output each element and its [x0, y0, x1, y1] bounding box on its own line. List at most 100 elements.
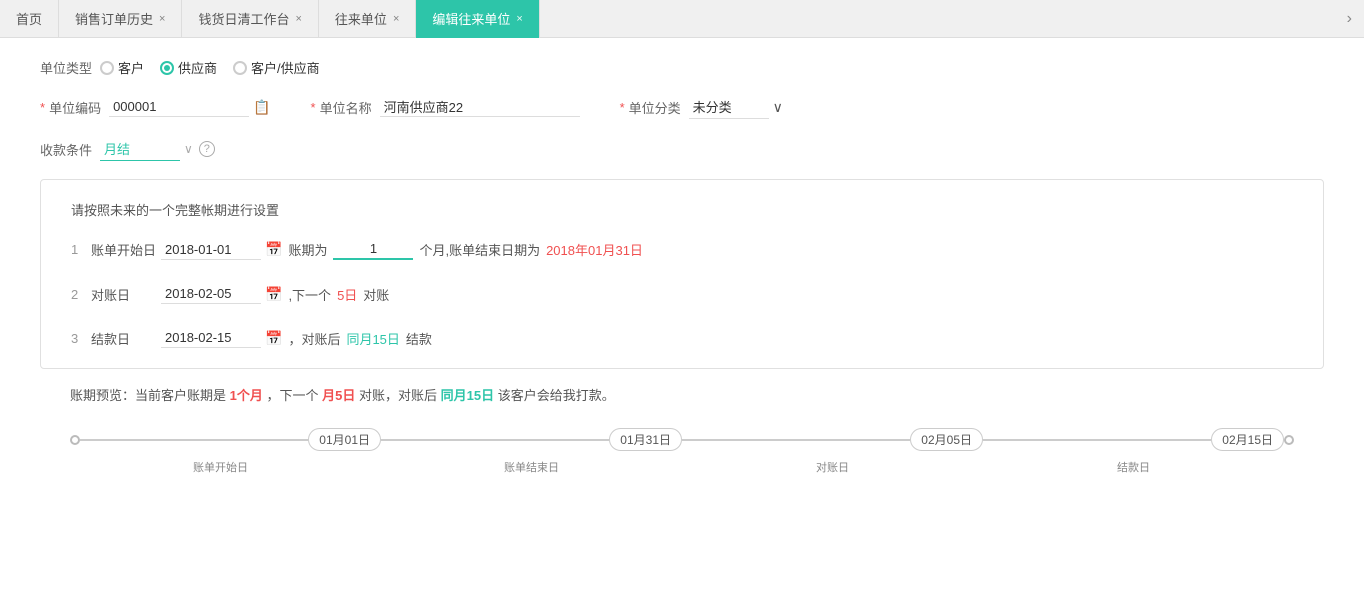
radio-customer[interactable]: 客户 [100, 58, 144, 77]
tab-home[interactable]: 首页 [0, 0, 59, 38]
period-highlight-3: 同月15日 [346, 329, 399, 348]
tab-sales-order-label: 销售订单历史 [75, 9, 153, 28]
payment-terms-dropdown: 月结 ∨ [100, 137, 193, 161]
unit-code-input[interactable] [109, 97, 249, 117]
unit-code-star: * [40, 100, 45, 115]
tl-line-0 [80, 439, 308, 441]
preview-highlight3: 同月15日 [441, 388, 494, 403]
period-label-1: 账单开始日 [91, 240, 161, 259]
period-prefix-2: ,下一个 [288, 285, 331, 304]
payment-terms-value[interactable]: 月结 [100, 137, 180, 161]
tl-label-2: 对账日 [816, 459, 849, 475]
preview-highlight1: 1个月 [230, 388, 263, 403]
tab-bar: 首页 销售订单历史 × 钱货日清工作台 × 往来单位 × 编辑往来单位 × › [0, 0, 1364, 38]
tl-label-0: 账单开始日 [193, 459, 248, 475]
unit-type-label: 单位类型 [40, 58, 92, 77]
radio-both[interactable]: 客户/供应商 [233, 58, 320, 77]
payment-terms-arrow[interactable]: ∨ [184, 142, 193, 156]
period-label-2: 对账日 [91, 285, 161, 304]
radio-both-label: 客户/供应商 [251, 58, 320, 77]
tab-edit-partner-close[interactable]: × [516, 13, 522, 25]
preview-prefix: 账期预览：当前客户账期是 [70, 388, 226, 403]
payment-terms-help[interactable]: ? [199, 141, 215, 157]
radio-supplier[interactable]: 供应商 [160, 58, 217, 77]
period-highlight-1: 2018年01月31日 [546, 240, 643, 259]
radio-supplier-circle [160, 61, 174, 75]
period-suffix-before-1: 账期为 [288, 240, 327, 259]
preview-mid2: 对账，对账后 [359, 388, 437, 403]
tl-badge-2: 02月05日 [910, 428, 983, 451]
unit-name-input[interactable] [380, 97, 580, 117]
unit-category-group: * 单位分类 未分类 ∨ [620, 95, 783, 119]
tab-cashier-close[interactable]: × [295, 13, 301, 25]
period-value-1[interactable] [333, 239, 413, 260]
preview-text: 账期预览：当前客户账期是 1个月 ，下一个 月5日 对账，对账后 同月15日 该… [40, 385, 1324, 404]
tab-cashier[interactable]: 钱货日清工作台 × [182, 0, 318, 38]
radio-customer-circle [100, 61, 114, 75]
unit-code-icon[interactable]: 📋 [253, 99, 270, 116]
tl-line-3 [983, 439, 1211, 441]
radio-both-circle [233, 61, 247, 75]
unit-category-value[interactable]: 未分类 [689, 95, 769, 119]
tl-badge-1: 01月31日 [609, 428, 682, 451]
period-box: 请按照未来的一个完整帐期进行设置 1 账单开始日 📅 账期为 个月,账单结束日期… [40, 179, 1324, 369]
main-content: 单位类型 客户 供应商 客户/供应商 * 单位编码 📋 * 单位名称 [0, 38, 1364, 608]
period-label-3: 结款日 [91, 329, 161, 348]
unit-code-group: * 单位编码 📋 [40, 97, 271, 117]
period-date-1[interactable] [161, 240, 261, 260]
tl-label-1: 账单结束日 [504, 459, 559, 475]
radio-customer-label: 客户 [118, 58, 144, 77]
unit-type-row: 单位类型 客户 供应商 客户/供应商 [40, 58, 1324, 77]
unit-name-label: 单位名称 [320, 98, 372, 117]
radio-group: 客户 供应商 客户/供应商 [100, 58, 320, 77]
unit-category-star: * [620, 100, 625, 115]
period-row-3: 3 结款日 📅 ，对账后 同月15日 结款 [71, 328, 1293, 348]
tab-cashier-label: 钱货日清工作台 [198, 9, 289, 28]
unit-name-group: * 单位名称 [311, 97, 580, 117]
period-date-2[interactable] [161, 284, 261, 304]
tab-partner[interactable]: 往来单位 × [319, 0, 416, 38]
tab-sales-order[interactable]: 销售订单历史 × [59, 0, 182, 38]
tl-line-2 [682, 439, 910, 441]
tl-dot-0 [70, 435, 80, 445]
timeline: 01月01日 01月31日 02月05日 02月15日 [40, 428, 1324, 495]
tl-badge-0: 01月01日 [308, 428, 381, 451]
tab-more-button[interactable]: › [1335, 10, 1364, 28]
period-suffix-2: 对账 [363, 285, 389, 304]
unit-name-star: * [311, 100, 316, 115]
unit-category-arrow[interactable]: ∨ [773, 99, 783, 116]
tl-line-1 [381, 439, 609, 441]
period-prefix-3: ，对账后 [288, 329, 340, 348]
period-row-2: 2 对账日 📅 ,下一个 5日 对账 [71, 284, 1293, 304]
tab-edit-partner-label: 编辑往来单位 [432, 9, 510, 28]
tl-badge-3: 02月15日 [1211, 428, 1284, 451]
payment-terms-label: 收款条件 [40, 140, 92, 159]
period-cal-2[interactable]: 📅 [265, 286, 282, 303]
period-date-3[interactable] [161, 328, 261, 348]
radio-supplier-label: 供应商 [178, 58, 217, 77]
tab-home-label: 首页 [16, 9, 42, 28]
period-num-1: 1 [71, 242, 91, 257]
period-num-2: 2 [71, 287, 91, 302]
period-suffix-3: 结款 [406, 329, 432, 348]
preview-highlight2: 月5日 [322, 388, 355, 403]
tab-edit-partner[interactable]: 编辑往来单位 × [416, 0, 539, 38]
period-row-1: 1 账单开始日 📅 账期为 个月,账单结束日期为 2018年01月31日 [71, 239, 1293, 260]
payment-terms-row: 收款条件 月结 ∨ ? [40, 137, 1324, 161]
tab-partner-close[interactable]: × [393, 13, 399, 25]
period-cal-1[interactable]: 📅 [265, 241, 282, 258]
tab-partner-label: 往来单位 [335, 9, 387, 28]
tl-dot-end [1284, 435, 1294, 445]
period-cal-3[interactable]: 📅 [265, 330, 282, 347]
period-highlight-2: 5日 [337, 285, 357, 304]
period-num-3: 3 [71, 331, 91, 346]
period-suffix-after-1: 个月,账单结束日期为 [419, 240, 540, 259]
info-row: * 单位编码 📋 * 单位名称 * 单位分类 未分类 ∨ [40, 95, 1324, 119]
tl-label-3: 结款日 [1117, 459, 1150, 475]
unit-code-label: 单位编码 [49, 98, 101, 117]
preview-mid1: ，下一个 [267, 388, 319, 403]
preview-suffix: 该客户会给我打款。 [498, 388, 615, 403]
period-title: 请按照未来的一个完整帐期进行设置 [71, 200, 1293, 219]
tab-sales-order-close[interactable]: × [159, 13, 165, 25]
unit-category-label: 单位分类 [629, 98, 681, 117]
